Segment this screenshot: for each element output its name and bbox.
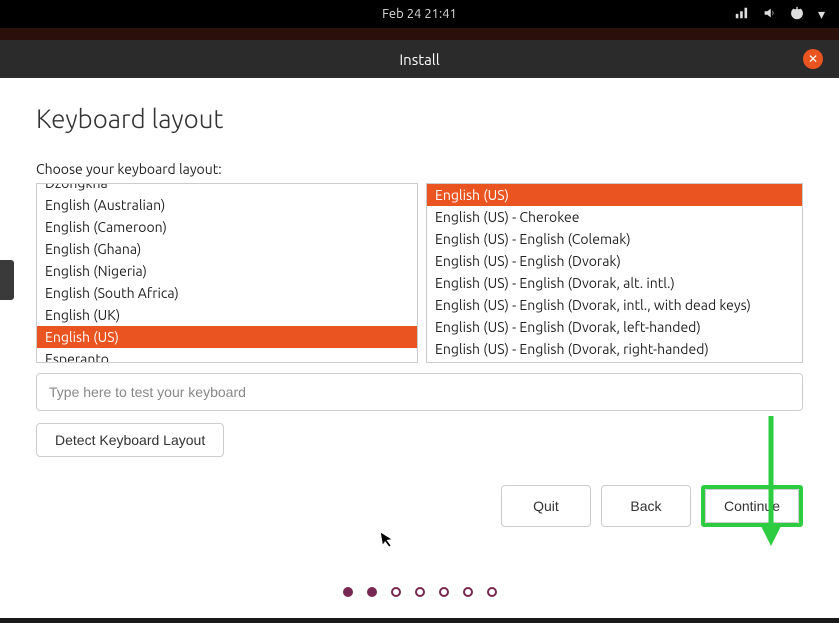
variant-item[interactable]: English (US) - Cherokee	[427, 206, 802, 228]
quit-button[interactable]: Quit	[501, 485, 591, 527]
layout-item[interactable]: English (Australian)	[37, 194, 417, 216]
volume-icon[interactable]	[762, 6, 776, 23]
layout-item[interactable]: English (US)	[37, 326, 417, 348]
layout-lists: DzongkhaEnglish (Australian)English (Cam…	[36, 183, 803, 363]
chevron-down-icon[interactable]: ▾	[818, 6, 825, 23]
variant-item[interactable]: English (US) - English (Colemak)	[427, 228, 802, 250]
layout-language-list[interactable]: DzongkhaEnglish (Australian)English (Cam…	[36, 183, 418, 363]
layout-item[interactable]: English (UK)	[37, 304, 417, 326]
system-tray: ▾	[734, 6, 825, 23]
layout-item[interactable]: English (Nigeria)	[37, 260, 417, 282]
progress-dot	[367, 587, 377, 597]
variant-item[interactable]: English (US) - English (Dvorak, left-han…	[427, 316, 802, 338]
progress-dot	[463, 587, 473, 597]
layout-item[interactable]: English (South Africa)	[37, 282, 417, 304]
window-title: Install	[399, 51, 439, 68]
continue-highlight: Continue	[701, 485, 803, 527]
progress-dot	[439, 587, 449, 597]
close-button[interactable]: ✕	[803, 49, 823, 69]
network-icon[interactable]	[734, 6, 748, 23]
progress-dots	[36, 587, 803, 597]
keyboard-test-input[interactable]	[36, 373, 803, 411]
variant-item[interactable]: English (US)	[427, 184, 802, 206]
installer-content: Keyboard layout Choose your keyboard lay…	[0, 78, 839, 618]
progress-dot	[391, 587, 401, 597]
power-icon[interactable]	[790, 6, 804, 23]
back-button[interactable]: Back	[601, 485, 691, 527]
choose-layout-label: Choose your keyboard layout:	[36, 161, 803, 177]
variant-item[interactable]: English (US) - English (Dvorak, intl., w…	[427, 294, 802, 316]
layout-variant-list[interactable]: English (US)English (US) - CherokeeEngli…	[426, 183, 803, 363]
detect-layout-button[interactable]: Detect Keyboard Layout	[36, 423, 224, 457]
window-chrome-spacer	[0, 28, 839, 40]
clock: Feb 24 21:41	[382, 7, 457, 21]
variant-item[interactable]: English (US) - English (Dvorak, right-ha…	[427, 338, 802, 360]
progress-dot	[415, 587, 425, 597]
nav-buttons: Quit Back Continue	[36, 485, 803, 527]
continue-button[interactable]: Continue	[705, 489, 799, 523]
mouse-cursor	[379, 529, 396, 552]
side-panel-tab[interactable]	[0, 260, 14, 300]
page-title: Keyboard layout	[36, 104, 803, 133]
layout-item[interactable]: Esperanto	[37, 348, 417, 363]
window-titlebar: Install ✕	[0, 40, 839, 78]
layout-item[interactable]: English (Ghana)	[37, 238, 417, 260]
progress-dot	[487, 587, 497, 597]
progress-dot	[343, 587, 353, 597]
variant-item[interactable]: English (US) - English (Dvorak)	[427, 250, 802, 272]
top-menu-bar: Feb 24 21:41 ▾	[0, 0, 839, 28]
close-icon: ✕	[808, 52, 818, 66]
variant-item[interactable]: English (US) - English (Dvorak, alt. int…	[427, 272, 802, 294]
layout-item[interactable]: English (Cameroon)	[37, 216, 417, 238]
layout-item[interactable]: Dzongkha	[37, 183, 417, 194]
